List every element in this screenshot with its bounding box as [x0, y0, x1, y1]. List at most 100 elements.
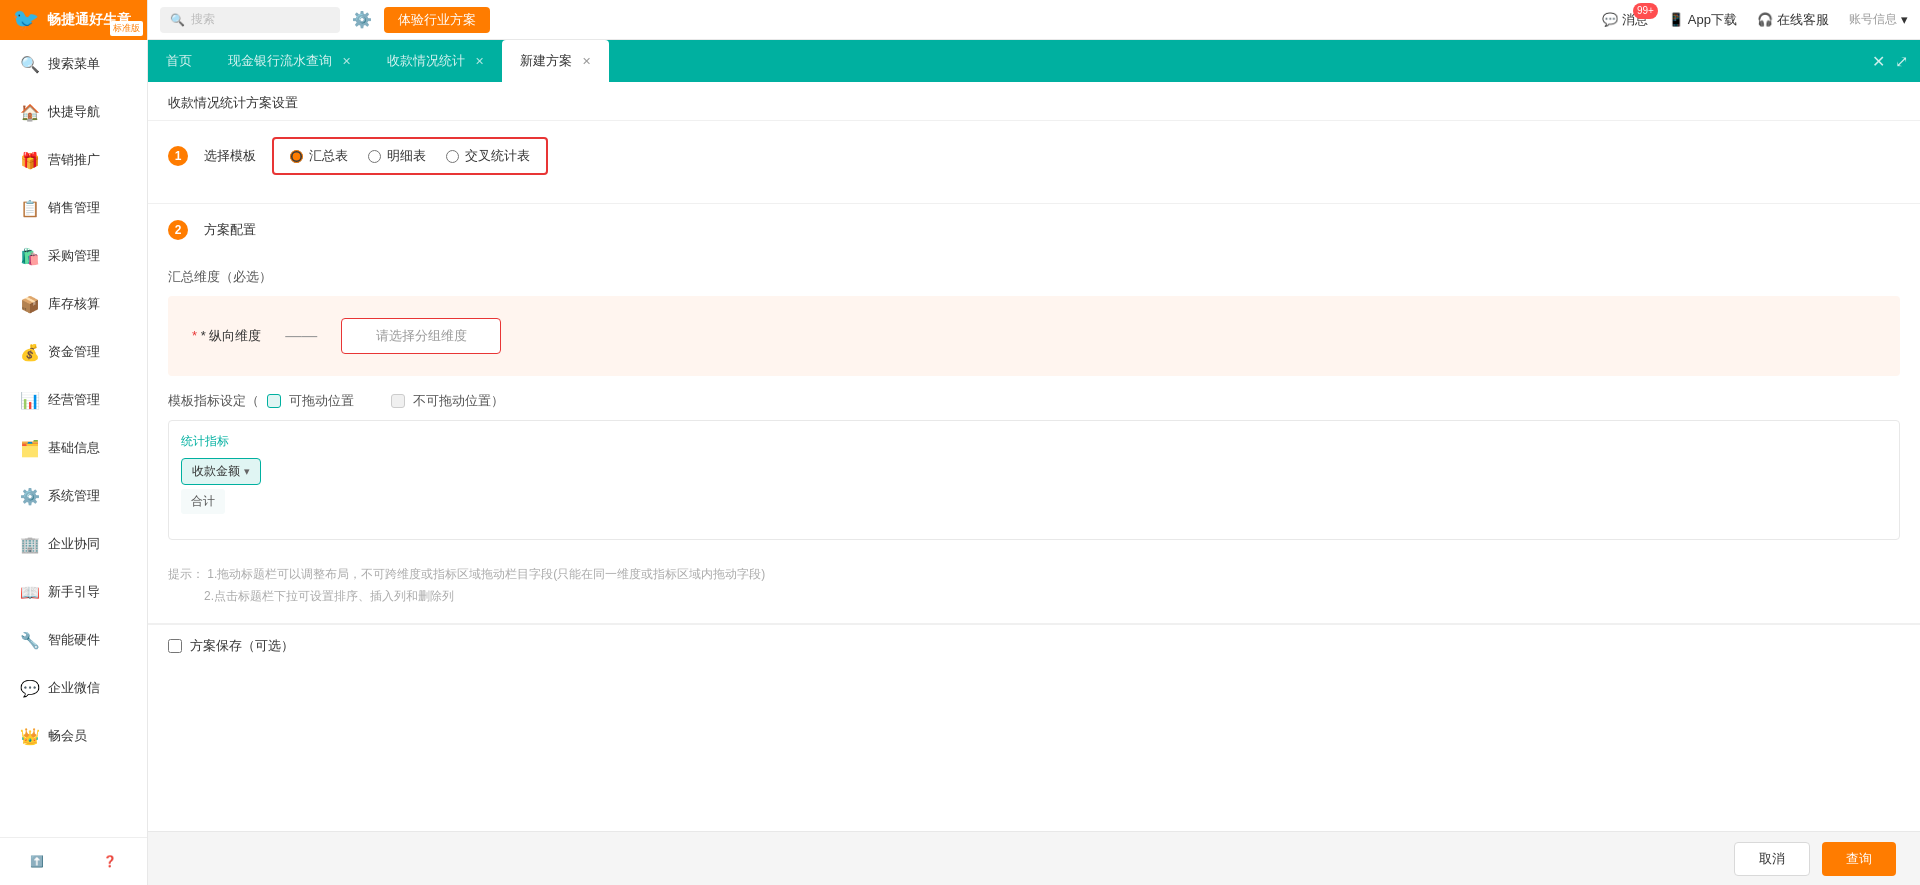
radio-cross-input[interactable]: [446, 150, 459, 163]
sidebar-item-marketing[interactable]: 🎁 营销推广: [0, 136, 147, 184]
tab-new-plan[interactable]: 新建方案 ✕: [502, 40, 609, 82]
sidebar-item-operation[interactable]: 📊 经营管理: [0, 376, 147, 424]
footer: 取消 查询: [148, 831, 1920, 885]
window-expand-icon[interactable]: ⤢: [1895, 52, 1908, 71]
tab-collection[interactable]: 收款情况统计 ✕: [369, 40, 502, 82]
close-icon[interactable]: ✕: [342, 55, 351, 68]
sidebar-item-basic[interactable]: 🗂️ 基础信息: [0, 424, 147, 472]
indicator-row: 合计: [181, 489, 225, 514]
sales-icon: 📋: [20, 199, 38, 218]
search-icon: 🔍: [20, 55, 38, 74]
operation-icon: 📊: [20, 391, 38, 410]
radio-detail[interactable]: 明细表: [368, 147, 426, 165]
sidebar-item-purchase[interactable]: 🛍️ 采购管理: [0, 232, 147, 280]
topbar: 🔍 搜索 ⚙️ 体验行业方案 💬 消息 99+ 📱 App下载 🎧 在线客服 账…: [148, 0, 1920, 40]
chevron-down-icon: ▾: [1901, 12, 1908, 27]
close-icon[interactable]: ✕: [475, 55, 484, 68]
help-icon: ❓: [103, 855, 117, 868]
system-icon: ⚙️: [20, 487, 38, 506]
gift-icon: 🎁: [20, 151, 38, 170]
dimension-area: * * 纵向维度 —— 请选择分组维度: [168, 296, 1900, 376]
indicator-tag-text: 收款金额: [192, 463, 240, 480]
step1-header: 1 选择模板 汇总表 明细表 交叉统计表: [168, 137, 1900, 175]
sidebar-item-label: 营销推广: [48, 151, 100, 169]
step2-badge: 2: [168, 220, 188, 240]
sidebar-item-label: 企业协同: [48, 535, 100, 553]
radio-detail-input[interactable]: [368, 150, 381, 163]
tab-home-label: 首页: [166, 52, 192, 70]
search-icon: 🔍: [170, 13, 185, 27]
tab-home[interactable]: 首页: [148, 40, 210, 82]
service-icon: 🎧: [1757, 12, 1773, 27]
gear-icon[interactable]: ⚙️: [352, 10, 372, 29]
movable-badge: [267, 394, 281, 408]
step2-label: 方案配置: [204, 221, 256, 239]
save-label[interactable]: 方案保存（可选）: [190, 637, 294, 655]
sidebar-item-wechat[interactable]: 💬 企业微信: [0, 664, 147, 712]
sidebar-item-member[interactable]: 👑 畅会员: [0, 712, 147, 760]
wechat-icon: 💬: [20, 679, 38, 698]
radio-summary-label[interactable]: 汇总表: [309, 147, 348, 165]
sidebar-item-label: 搜索菜单: [48, 55, 100, 73]
message-btn[interactable]: 💬 消息 99+: [1602, 11, 1648, 29]
sidebar-bottom: ⬆️ ❓: [0, 837, 147, 885]
indicator-section: 模板指标设定（ 可拖动位置 不可拖动位置） 统计指标 收款金额 ▾ 合计: [148, 392, 1920, 556]
close-icon[interactable]: ✕: [582, 55, 591, 68]
trial-button[interactable]: 体验行业方案: [384, 7, 490, 33]
sidebar-item-quicknav[interactable]: 🏠 快捷导航: [0, 88, 147, 136]
sidebar-item-corp[interactable]: 🏢 企业协同: [0, 520, 147, 568]
step2-section: 2 方案配置: [148, 204, 1920, 268]
save-checkbox[interactable]: [168, 639, 182, 653]
page-title: 收款情况统计方案设置: [168, 95, 298, 110]
tips-section: 提示： 1.拖动标题栏可以调整布局，不可跨维度或指标区域拖动栏目字段(只能在同一…: [148, 556, 1920, 623]
sidebar-item-sales[interactable]: 📋 销售管理: [0, 184, 147, 232]
window-close-icon[interactable]: ✕: [1872, 52, 1885, 71]
radio-summary[interactable]: 汇总表: [290, 147, 348, 165]
indicator-title-text: 模板指标设定（: [168, 392, 259, 410]
service-btn[interactable]: 🎧 在线客服: [1757, 11, 1829, 29]
tab-cashflow[interactable]: 现金银行流水查询 ✕: [210, 40, 369, 82]
message-icon: 💬: [1602, 12, 1618, 27]
radio-detail-label[interactable]: 明细表: [387, 147, 426, 165]
dimension-config: 汇总维度（必选） * * 纵向维度 —— 请选择分组维度: [148, 268, 1920, 392]
sidebar-item-label: 基础信息: [48, 439, 100, 457]
help-btn[interactable]: ❓: [103, 855, 117, 868]
logo-badge: 标准版: [110, 21, 143, 36]
movable-label: 可拖动位置: [289, 392, 354, 410]
app-icon: 📱: [1668, 12, 1684, 27]
step1-label: 选择模板: [204, 147, 256, 165]
topbar-right: 💬 消息 99+ 📱 App下载 🎧 在线客服 账号信息 ▾: [1602, 11, 1908, 29]
user-name: 账号信息: [1849, 11, 1897, 28]
query-button[interactable]: 查询: [1822, 842, 1896, 876]
purchase-icon: 🛍️: [20, 247, 38, 266]
radio-cross[interactable]: 交叉统计表: [446, 147, 530, 165]
dimension-title: 汇总维度（必选）: [168, 268, 1900, 286]
search-box[interactable]: 🔍 搜索: [160, 7, 340, 33]
cancel-button[interactable]: 取消: [1734, 842, 1810, 876]
indicator-tag[interactable]: 收款金额 ▾: [181, 458, 261, 485]
sidebar-item-inventory[interactable]: 📦 库存核算: [0, 280, 147, 328]
content-area: 收款情况统计方案设置 1 选择模板 汇总表 明细表: [148, 82, 1920, 885]
dimension-select-button[interactable]: 请选择分组维度: [341, 318, 501, 354]
main-area: 🔍 搜索 ⚙️ 体验行业方案 💬 消息 99+ 📱 App下载 🎧 在线客服 账…: [148, 0, 1920, 885]
radio-summary-input[interactable]: [290, 150, 303, 163]
sidebar-item-finance[interactable]: 💰 资金管理: [0, 328, 147, 376]
sidebar-item-system[interactable]: ⚙️ 系统管理: [0, 472, 147, 520]
upgrade-btn[interactable]: ⬆️: [30, 855, 44, 868]
non-movable-label: 不可拖动位置）: [413, 392, 504, 410]
step2-header: 2 方案配置: [168, 220, 1900, 240]
user-info[interactable]: 账号信息 ▾: [1849, 11, 1908, 28]
sidebar-item-guide[interactable]: 📖 新手引导: [0, 568, 147, 616]
sidebar-item-label: 库存核算: [48, 295, 100, 313]
sidebar-item-search[interactable]: 🔍 搜索菜单: [0, 40, 147, 88]
search-placeholder: 搜索: [191, 11, 215, 28]
app-download-btn[interactable]: 📱 App下载: [1668, 11, 1737, 29]
tip-line1: 提示： 1.拖动标题栏可以调整布局，不可跨维度或指标区域拖动栏目字段(只能在同一…: [168, 564, 1900, 586]
sidebar-item-label: 企业微信: [48, 679, 100, 697]
sidebar-item-hardware[interactable]: 🔧 智能硬件: [0, 616, 147, 664]
corp-icon: 🏢: [20, 535, 38, 554]
member-icon: 👑: [20, 727, 38, 746]
radio-cross-label[interactable]: 交叉统计表: [465, 147, 530, 165]
step1-badge: 1: [168, 146, 188, 166]
tab-cashflow-label: 现金银行流水查询: [228, 52, 332, 70]
